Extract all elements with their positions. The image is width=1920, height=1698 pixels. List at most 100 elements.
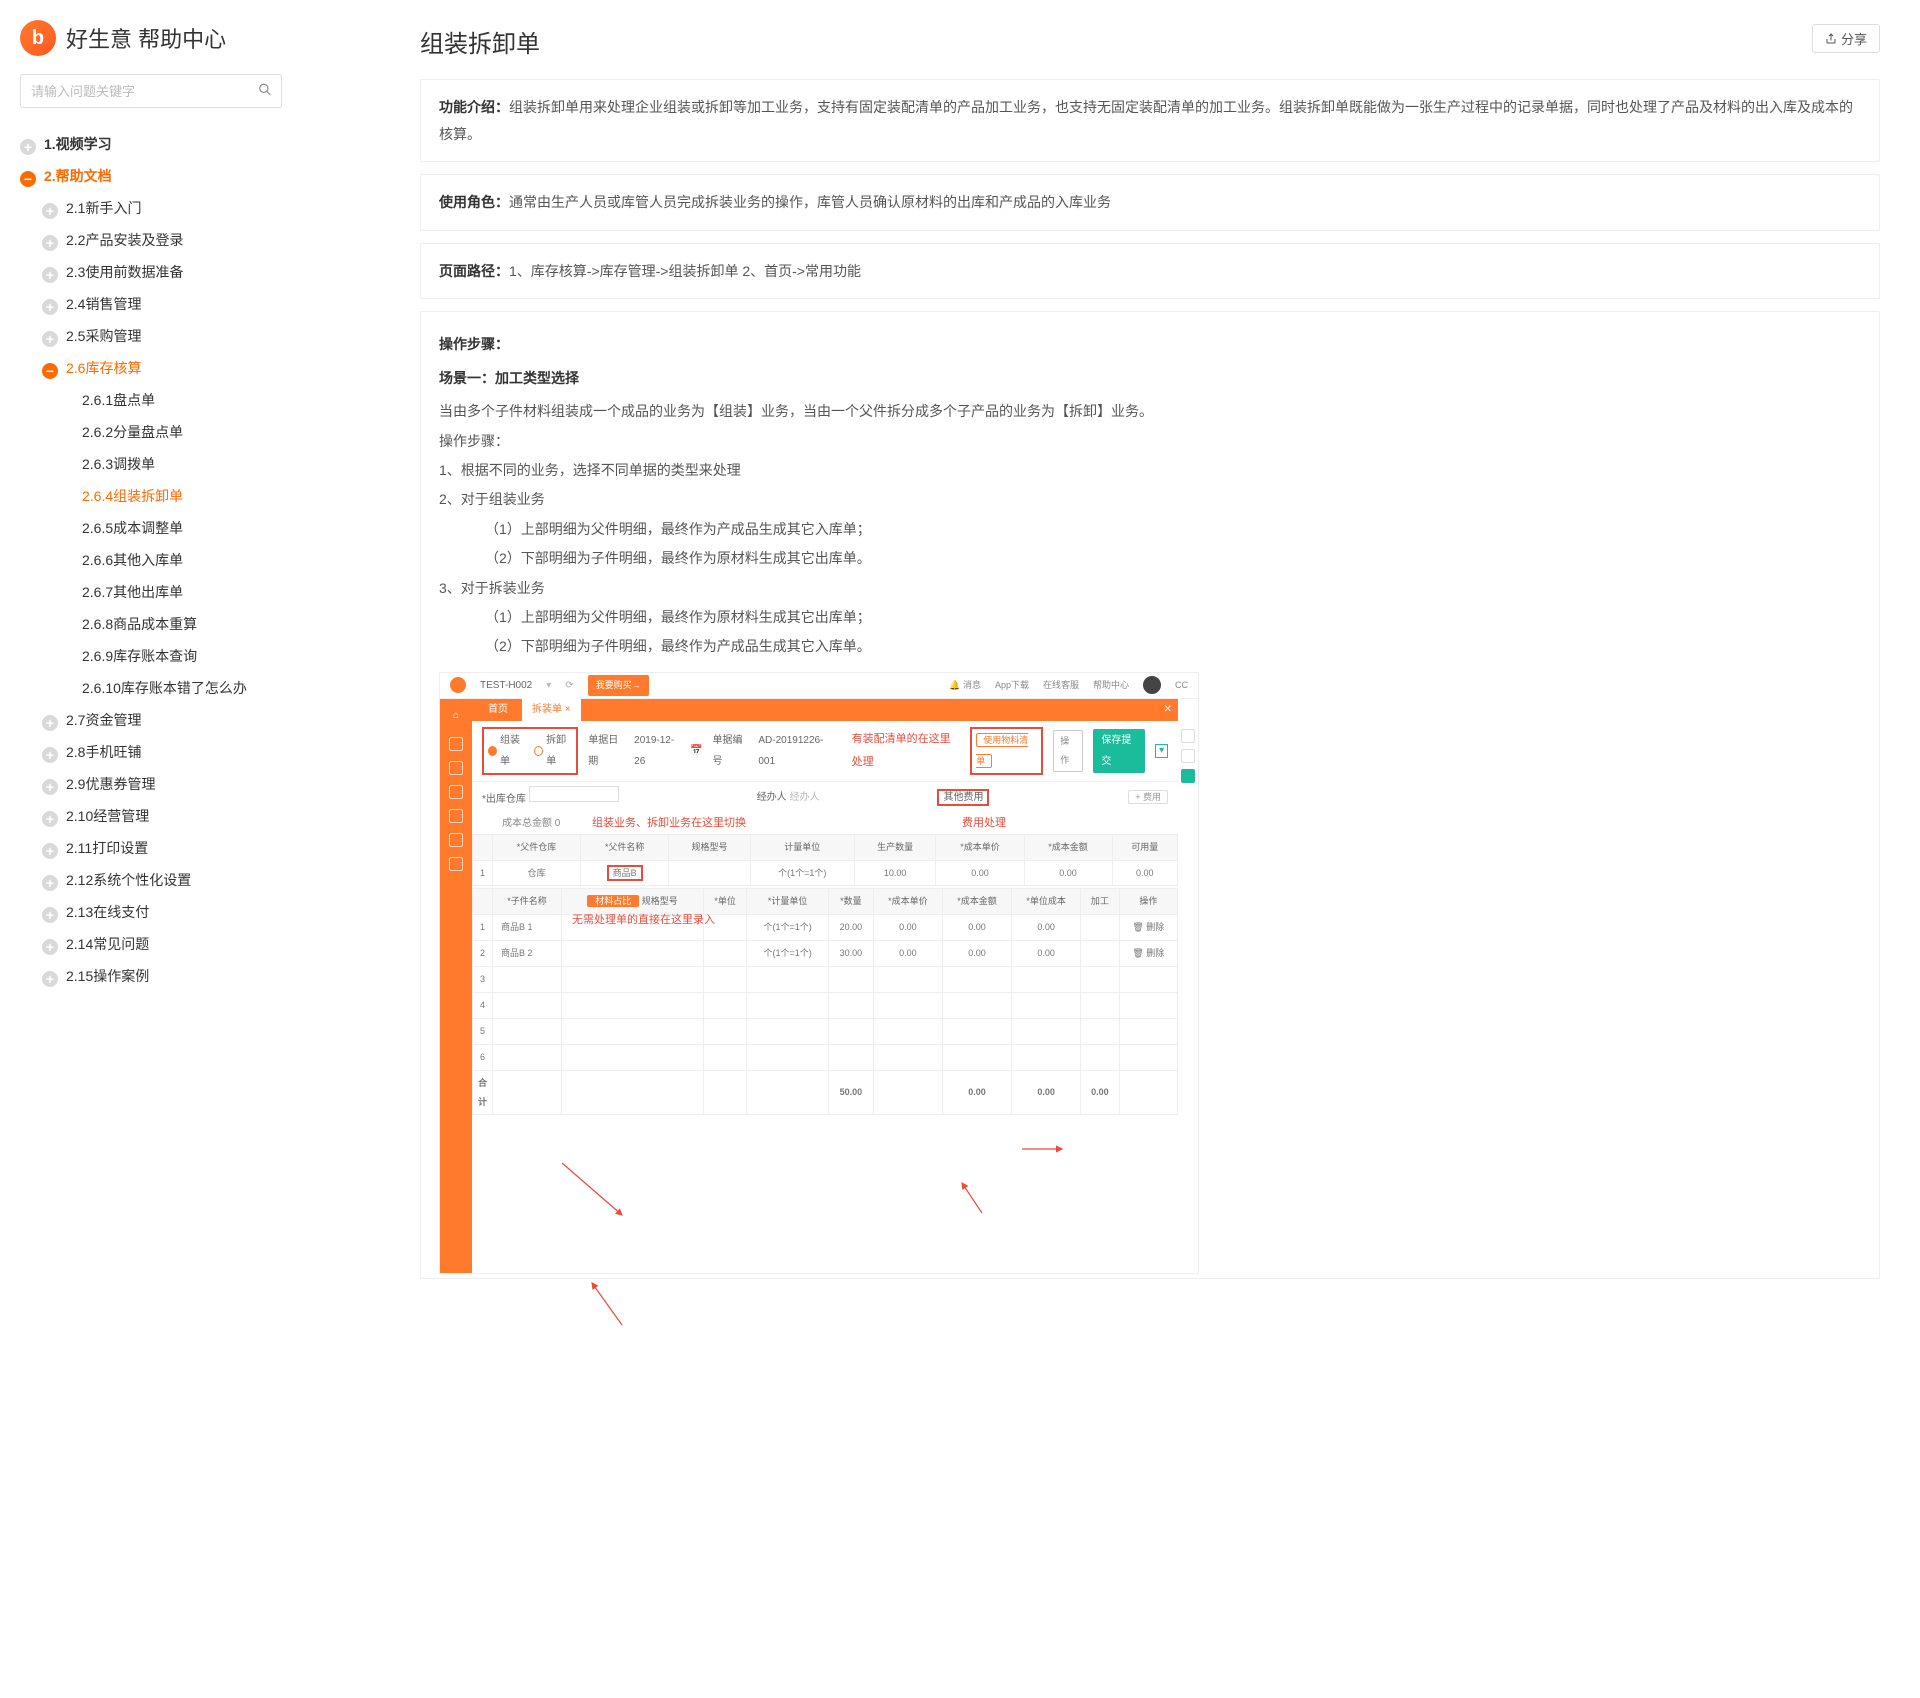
- step-2a: （1）上部明细为父件明细，最终作为产成品生成其它入库单；: [439, 515, 1861, 544]
- nav-item-label: 2.2产品安装及登录: [66, 232, 183, 248]
- fig-username: CC: [1175, 676, 1188, 695]
- nav-item-label: 2.14常见问题: [66, 936, 149, 952]
- expand-icon[interactable]: [42, 715, 58, 731]
- fig-buy-button[interactable]: 我要购买→: [588, 675, 649, 696]
- fig-rail-icon[interactable]: [449, 809, 463, 823]
- fig-service-link[interactable]: 在线客服: [1043, 676, 1079, 695]
- nav-item[interactable]: 2.12系统个性化设置: [20, 864, 310, 896]
- nav-item[interactable]: 2.2产品安装及登录: [20, 224, 310, 256]
- nav-item[interactable]: 2.10经营管理: [20, 800, 310, 832]
- nav-item[interactable]: 2.13在线支付: [20, 896, 310, 928]
- nav-item[interactable]: 2.6.5成本调整单: [20, 512, 310, 544]
- expand-icon[interactable]: [42, 779, 58, 795]
- search-icon[interactable]: [258, 83, 272, 100]
- fig-maker-input[interactable]: 经办人: [789, 792, 819, 803]
- brand: b 好生意 帮助中心: [20, 20, 310, 56]
- fig-left-rail: ⌂: [440, 699, 472, 1274]
- nav-item[interactable]: 2.6.1盘点单: [20, 384, 310, 416]
- search-input[interactable]: [20, 74, 282, 108]
- fig-toolbar: 组装单 拆卸单 单据日期 2019-12-26 📅 单据编号 AD-201912…: [472, 721, 1178, 782]
- nav-item[interactable]: 2.8手机旺铺: [20, 736, 310, 768]
- expand-icon[interactable]: [42, 939, 58, 955]
- nav-item[interactable]: 2.6.8商品成本重算: [20, 608, 310, 640]
- nav-item[interactable]: 2.3使用前数据准备: [20, 256, 310, 288]
- nav-item-label: 2.7资金管理: [66, 712, 141, 728]
- nav-item-label: 2.3使用前数据准备: [66, 264, 183, 280]
- nav-item[interactable]: 2.6.3调拨单: [20, 448, 310, 480]
- nav-item[interactable]: 2.15操作案例: [20, 960, 310, 992]
- fig-rail-home-icon[interactable]: ⌂: [440, 705, 472, 727]
- nav-item-label: 2.6.6其他入库单: [82, 552, 183, 568]
- nav-item-label: 2.6.1盘点单: [82, 392, 155, 408]
- nav-item[interactable]: 2.7资金管理: [20, 704, 310, 736]
- expand-icon[interactable]: [42, 235, 58, 251]
- collapse-icon[interactable]: [42, 363, 58, 379]
- nav-item[interactable]: 2.6.4组装拆卸单: [20, 480, 310, 512]
- fig-close-all-icon[interactable]: ✕: [1164, 699, 1172, 720]
- expand-icon[interactable]: [42, 971, 58, 987]
- nav-item[interactable]: 2.11打印设置: [20, 832, 310, 864]
- fig-ops-button[interactable]: 操作: [1053, 730, 1083, 772]
- fig-date-value[interactable]: 2019-12-26: [634, 730, 680, 772]
- fig-rail-icon[interactable]: [449, 785, 463, 799]
- fig-tool-icon[interactable]: [1181, 769, 1195, 783]
- fig-rail-icon[interactable]: [449, 857, 463, 871]
- nav-item[interactable]: 1.视频学习: [20, 128, 310, 160]
- fig-wh-input[interactable]: [529, 786, 619, 802]
- annotation-bom: 有装配清单的在这里处理: [852, 728, 961, 774]
- nav-item[interactable]: 2.14常见问题: [20, 928, 310, 960]
- fig-tool-icon[interactable]: [1181, 749, 1195, 763]
- fig-dropdown-icon[interactable]: ▾: [1155, 744, 1168, 758]
- nav-item[interactable]: 2.6.6其他入库单: [20, 544, 310, 576]
- steps-heading: 操作步骤：: [439, 330, 1861, 359]
- fig-rail-icon[interactable]: [449, 737, 463, 751]
- fig-bom-button[interactable]: 使用物料清单: [976, 733, 1028, 768]
- expand-icon[interactable]: [42, 811, 58, 827]
- sidebar: b 好生意 帮助中心 1.视频学习2.帮助文档2.1新手入门 2.2产品安装及登录…: [0, 0, 310, 1279]
- fig-tab-home[interactable]: 首页: [478, 697, 518, 722]
- expand-icon[interactable]: [20, 139, 36, 155]
- fig-submit-button[interactable]: 保存提交: [1093, 729, 1145, 773]
- fig-avatar-icon[interactable]: [1143, 676, 1161, 694]
- nav-item-label: 2.4销售管理: [66, 296, 141, 312]
- expand-icon[interactable]: [42, 875, 58, 891]
- nav-item[interactable]: 2.6库存核算: [20, 352, 310, 384]
- fig-rail-icon[interactable]: [449, 761, 463, 775]
- nav-item[interactable]: 2.5采购管理: [20, 320, 310, 352]
- expand-icon[interactable]: [42, 299, 58, 315]
- fig-code-value: AD-20191226-001: [758, 730, 831, 772]
- nav-item[interactable]: 2.帮助文档: [20, 160, 310, 192]
- expand-icon[interactable]: [42, 747, 58, 763]
- share-button[interactable]: 分享: [1812, 24, 1880, 53]
- nav-item-label: 2.12系统个性化设置: [66, 872, 191, 888]
- step-2: 2、对于组装业务: [439, 485, 1861, 514]
- nav-item[interactable]: 2.6.9库存账本查询: [20, 640, 310, 672]
- expand-icon[interactable]: [42, 203, 58, 219]
- collapse-icon[interactable]: [20, 171, 36, 187]
- role-text: 通常由生产人员或库管人员完成拆装业务的操作，库管人员确认原材料的出库和产成品的入…: [509, 194, 1111, 210]
- nav-item-label: 2.11打印设置: [66, 840, 148, 856]
- nav-item[interactable]: 2.6.7其他出库单: [20, 576, 310, 608]
- nav-item[interactable]: 2.9优惠券管理: [20, 768, 310, 800]
- fig-msg-icon[interactable]: 🔔 消息: [949, 676, 981, 695]
- scene1-heading: 场景一：加工类型选择: [439, 364, 1861, 393]
- fig-parent-table: *父件仓库*父件名称规格型号计量单位生产数量*成本单价*成本金额可用量 1仓库商…: [472, 834, 1178, 887]
- nav-item[interactable]: 2.6.10库存账本错了怎么办: [20, 672, 310, 704]
- fig-tool-icon[interactable]: [1181, 729, 1195, 743]
- fig-fee-button[interactable]: + 费用: [1128, 790, 1168, 804]
- fig-app-link[interactable]: App下载: [995, 676, 1029, 695]
- fig-radio-disassemble[interactable]: 拆卸单: [534, 730, 572, 772]
- intro-label: 功能介绍：: [439, 99, 509, 115]
- fig-radio-assemble[interactable]: 组装单: [488, 730, 526, 772]
- nav-item[interactable]: 2.1新手入门: [20, 192, 310, 224]
- fig-help-link[interactable]: 帮助中心: [1093, 676, 1129, 695]
- expand-icon[interactable]: [42, 331, 58, 347]
- nav-item-label: 2.6.8商品成本重算: [82, 616, 197, 632]
- expand-icon[interactable]: [42, 843, 58, 859]
- nav-item[interactable]: 2.4销售管理: [20, 288, 310, 320]
- expand-icon[interactable]: [42, 267, 58, 283]
- fig-tab-active[interactable]: 拆装单 ×: [522, 697, 581, 722]
- fig-rail-icon[interactable]: [449, 833, 463, 847]
- expand-icon[interactable]: [42, 907, 58, 923]
- nav-item[interactable]: 2.6.2分量盘点单: [20, 416, 310, 448]
